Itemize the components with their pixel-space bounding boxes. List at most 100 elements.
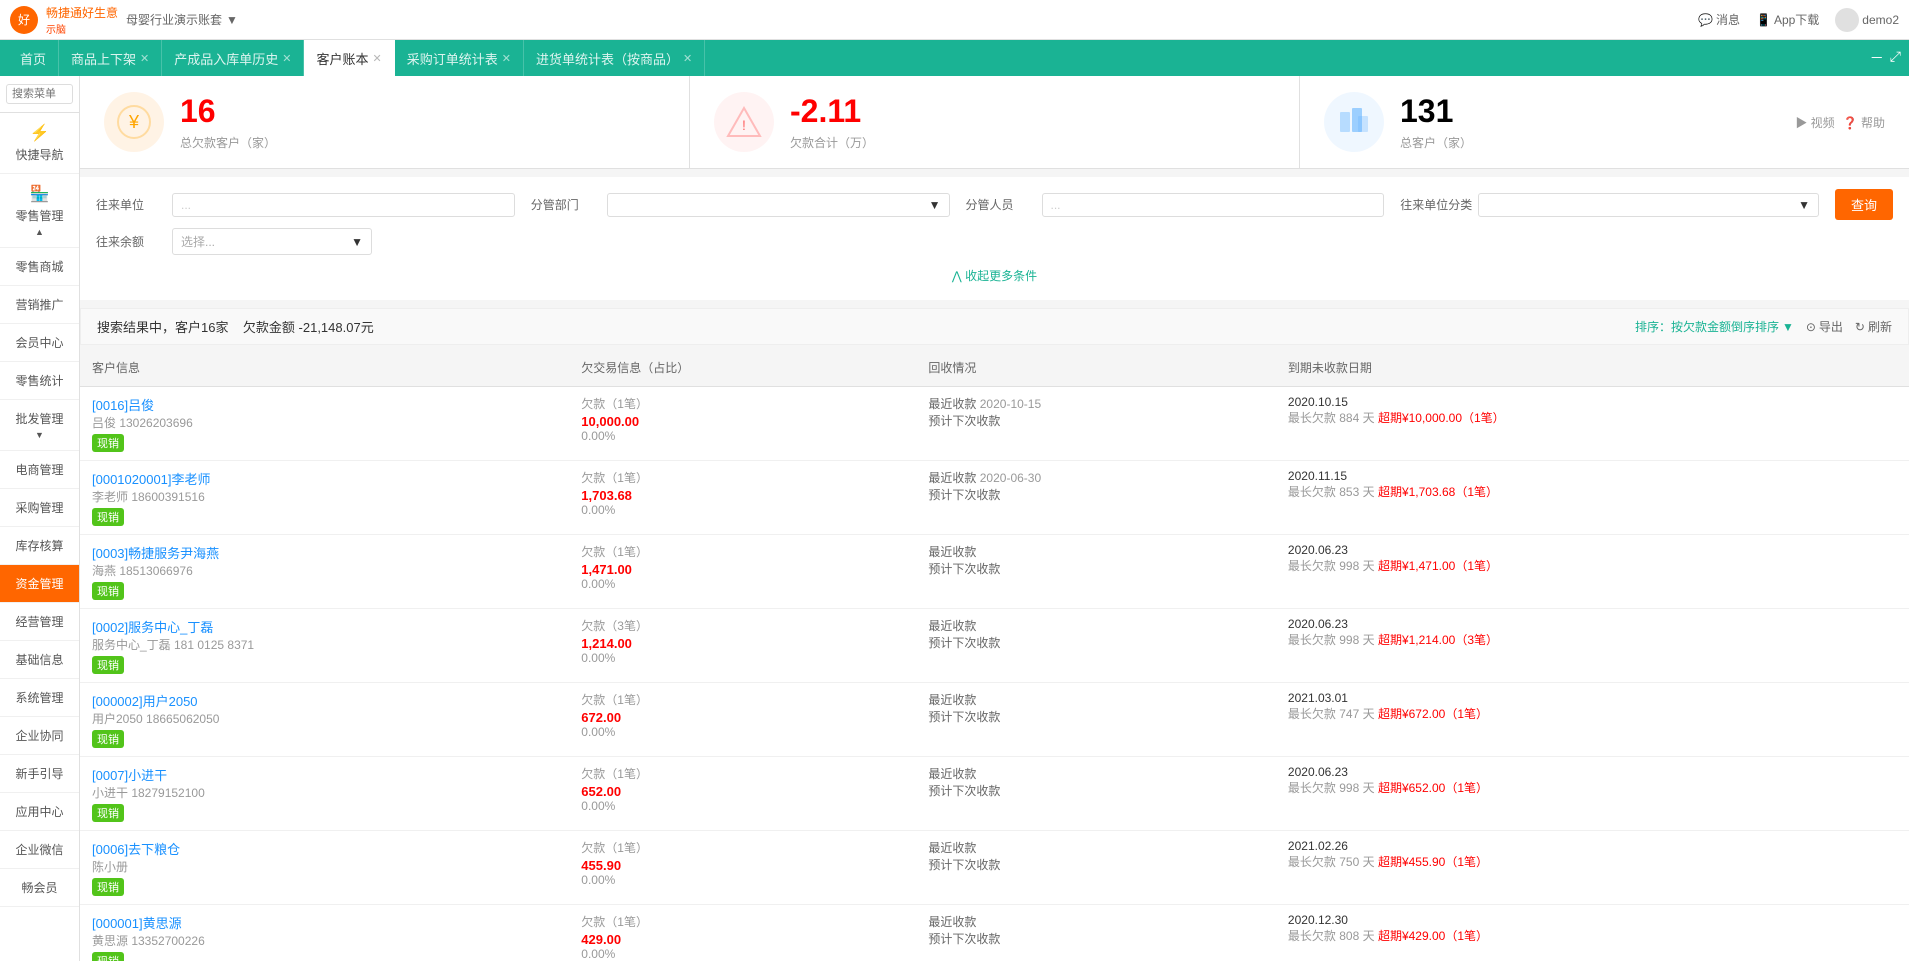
customer-name-link[interactable]: [000002]用户2050 bbox=[92, 691, 557, 710]
debt-info-cell: 欠款（1笔） 1,471.00 0.00% bbox=[569, 535, 916, 609]
tab-close-production[interactable]: ✕ bbox=[282, 52, 291, 65]
help-btn[interactable]: ❓ 帮助 bbox=[1843, 114, 1885, 131]
source-unit-input[interactable]: ... bbox=[172, 193, 515, 217]
due-date-cell: 2020.10.15 最长欠款 884 天 超期¥10,000.00（1笔） bbox=[1276, 387, 1909, 461]
avatar bbox=[1835, 8, 1859, 32]
debt-amount: 1,214.00 bbox=[581, 636, 904, 651]
next-collect-label: 预计下次收款 bbox=[928, 782, 1264, 799]
dept-label: 分管部门 bbox=[531, 196, 601, 213]
logo-icon: 好 bbox=[10, 6, 38, 34]
retail-mgmt-icon: 🏪 bbox=[30, 184, 50, 204]
customer-name-link[interactable]: [0003]畅捷服务尹海燕 bbox=[92, 543, 557, 562]
search-menu-input[interactable] bbox=[6, 84, 73, 104]
refresh-btn[interactable]: ↻ 刷新 bbox=[1855, 318, 1892, 335]
staff-label: 分管人员 bbox=[966, 196, 1036, 213]
customer-sub: 陈小册 bbox=[92, 858, 557, 875]
results-text: 搜索结果中，客户16家 欠款金额 -21,148.07元 bbox=[97, 317, 374, 336]
debt-percent: 0.00% bbox=[581, 947, 904, 961]
tab-maximize-btn[interactable]: ⤢ bbox=[1890, 48, 1901, 68]
debt-amount: 10,000.00 bbox=[581, 414, 904, 429]
nav-retail-mgmt[interactable]: 🏪 零售管理 ▲ bbox=[0, 174, 79, 248]
nav-ecommerce[interactable]: 电商管理 bbox=[0, 451, 79, 489]
customer-info-cell: [0001020001]李老师 李老师 18600391516 现销 bbox=[80, 461, 569, 535]
nav-operations[interactable]: 经营管理 bbox=[0, 603, 79, 641]
customer-info-cell: [0016]吕俊 吕俊 13026203696 现销 bbox=[80, 387, 569, 461]
collapse-row[interactable]: ⋀ 收起更多条件 bbox=[96, 263, 1893, 288]
tab-close-customer[interactable]: ✕ bbox=[373, 52, 382, 65]
th-customer-info: 客户信息 bbox=[80, 349, 569, 387]
tab-close-purchase[interactable]: ✕ bbox=[502, 52, 511, 65]
table-row: [0001020001]李老师 李老师 18600391516 现销 欠款（1笔… bbox=[80, 461, 1909, 535]
staff-input[interactable]: ... bbox=[1042, 193, 1385, 217]
unit-category-input[interactable]: ▼ bbox=[1478, 193, 1819, 217]
balance-dropdown-icon: ▼ bbox=[351, 235, 363, 249]
customer-sub: 黄思源 13352700226 bbox=[92, 932, 557, 949]
customer-name-link[interactable]: [0002]服务中心_丁磊 bbox=[92, 617, 557, 636]
nav-quick[interactable]: ⚡ 快捷导航 bbox=[0, 113, 79, 174]
app-download-btn[interactable]: 📱 App下载 bbox=[1756, 11, 1819, 28]
message-btn[interactable]: 💬 消息 bbox=[1698, 11, 1740, 28]
user-menu[interactable]: demo2 bbox=[1835, 8, 1899, 32]
dept-input[interactable]: ▼ bbox=[607, 193, 950, 217]
tab-customer-account[interactable]: 客户账本 ✕ bbox=[304, 40, 394, 76]
balance-input[interactable]: 选择... ▼ bbox=[172, 228, 372, 255]
nav-retail-stats[interactable]: 零售统计 bbox=[0, 362, 79, 400]
nav-newcomer[interactable]: 新手引导 bbox=[0, 755, 79, 793]
stat-label-amount: 欠款合计（万） bbox=[790, 134, 874, 151]
search-button[interactable]: 查询 bbox=[1835, 189, 1893, 220]
filter-dept: 分管部门 ▼ bbox=[531, 193, 950, 217]
nav-basic-info[interactable]: 基础信息 bbox=[0, 641, 79, 679]
stat-val-amount: -2.11 bbox=[790, 93, 874, 130]
export-btn[interactable]: ⊙ 导出 bbox=[1806, 318, 1843, 335]
customer-info-cell: [0003]畅捷服务尹海燕 海燕 18513066976 现销 bbox=[80, 535, 569, 609]
nav-enterprise-wx[interactable]: 企业微信 bbox=[0, 831, 79, 869]
nav-marketing[interactable]: 营销推广 bbox=[0, 286, 79, 324]
stat-overdue-amount: ! -2.11 欠款合计（万） bbox=[690, 76, 1300, 168]
next-collect-label: 预计下次收款 bbox=[928, 856, 1264, 873]
last-collect-date: 2020-10-15 bbox=[980, 397, 1041, 411]
batch-arrow-icon: ▼ bbox=[35, 430, 44, 440]
due-date-cell: 2021.02.26 最长欠款 750 天 超期¥455.90（1笔） bbox=[1276, 831, 1909, 905]
debt-count: 欠款（1笔） bbox=[581, 839, 904, 856]
tab-home[interactable]: 首页 bbox=[8, 40, 59, 76]
sort-btn[interactable]: 排序：按欠款金额倒序排序 ▼ bbox=[1635, 318, 1794, 335]
nav-app-center[interactable]: 应用中心 bbox=[0, 793, 79, 831]
customer-name-link[interactable]: [0016]吕俊 bbox=[92, 395, 557, 414]
customer-name-link[interactable]: [0006]去下粮仓 bbox=[92, 839, 557, 858]
customer-name-link[interactable]: [0001020001]李老师 bbox=[92, 469, 557, 488]
tab-purchase-order[interactable]: 采购订单统计表 ✕ bbox=[395, 40, 524, 76]
nav-system[interactable]: 系统管理 bbox=[0, 679, 79, 717]
nav-enterprise[interactable]: 企业协同 bbox=[0, 717, 79, 755]
due-date-cell: 2020.11.15 最长欠款 853 天 超期¥1,703.68（1笔） bbox=[1276, 461, 1909, 535]
collection-cell: 最近收款 预计下次收款 bbox=[916, 683, 1276, 757]
nav-purchase[interactable]: 采购管理 bbox=[0, 489, 79, 527]
tab-products-off[interactable]: 商品上下架 ✕ bbox=[59, 40, 162, 76]
filter-balance: 往来余额 选择... ▼ bbox=[96, 228, 1893, 255]
nav-batch-mgmt[interactable]: 批发管理 ▼ bbox=[0, 400, 79, 451]
customer-name-link[interactable]: [0007]小进干 bbox=[92, 765, 557, 784]
last-collect-label: 最近收款 bbox=[928, 839, 1264, 856]
nav-inventory[interactable]: 库存核算 bbox=[0, 527, 79, 565]
nav-vip-member[interactable]: 畅会员 bbox=[0, 869, 79, 907]
debt-percent: 0.00% bbox=[581, 577, 904, 591]
overdue-text: 超期¥1,471.00（1笔） bbox=[1378, 559, 1498, 573]
nav-finance[interactable]: 资金管理 bbox=[0, 565, 79, 603]
debt-info-cell: 欠款（1笔） 10,000.00 0.00% bbox=[569, 387, 916, 461]
tab-close-import[interactable]: ✕ bbox=[683, 52, 692, 65]
debt-percent: 0.00% bbox=[581, 725, 904, 739]
nav-member[interactable]: 会员中心 bbox=[0, 324, 79, 362]
tab-production-history[interactable]: 产成品入库单历史 ✕ bbox=[162, 40, 304, 76]
tab-import-stats[interactable]: 进货单统计表（按商品） ✕ bbox=[524, 40, 705, 76]
tab-minimize-btn[interactable]: － bbox=[1870, 48, 1884, 68]
company-select[interactable]: 母婴行业演示账套 ▼ bbox=[126, 11, 238, 28]
results-actions: 排序：按欠款金额倒序排序 ▼ ⊙ 导出 ↻ 刷新 bbox=[1635, 318, 1892, 335]
debt-info-cell: 欠款（1笔） 672.00 0.00% bbox=[569, 683, 916, 757]
debt-count: 欠款（1笔） bbox=[581, 395, 904, 412]
overdue-text: 超期¥672.00（1笔） bbox=[1378, 707, 1488, 721]
customer-name-link[interactable]: [000001]黄思源 bbox=[92, 913, 557, 932]
due-date-cell: 2020.06.23 最长欠款 998 天 超期¥652.00（1笔） bbox=[1276, 757, 1909, 831]
stat-val-total: 131 bbox=[1400, 93, 1472, 130]
tab-close-products-off[interactable]: ✕ bbox=[140, 52, 149, 65]
nav-retail-store[interactable]: 零售商城 bbox=[0, 248, 79, 286]
video-btn[interactable]: ▶ 视频 bbox=[1795, 114, 1834, 131]
